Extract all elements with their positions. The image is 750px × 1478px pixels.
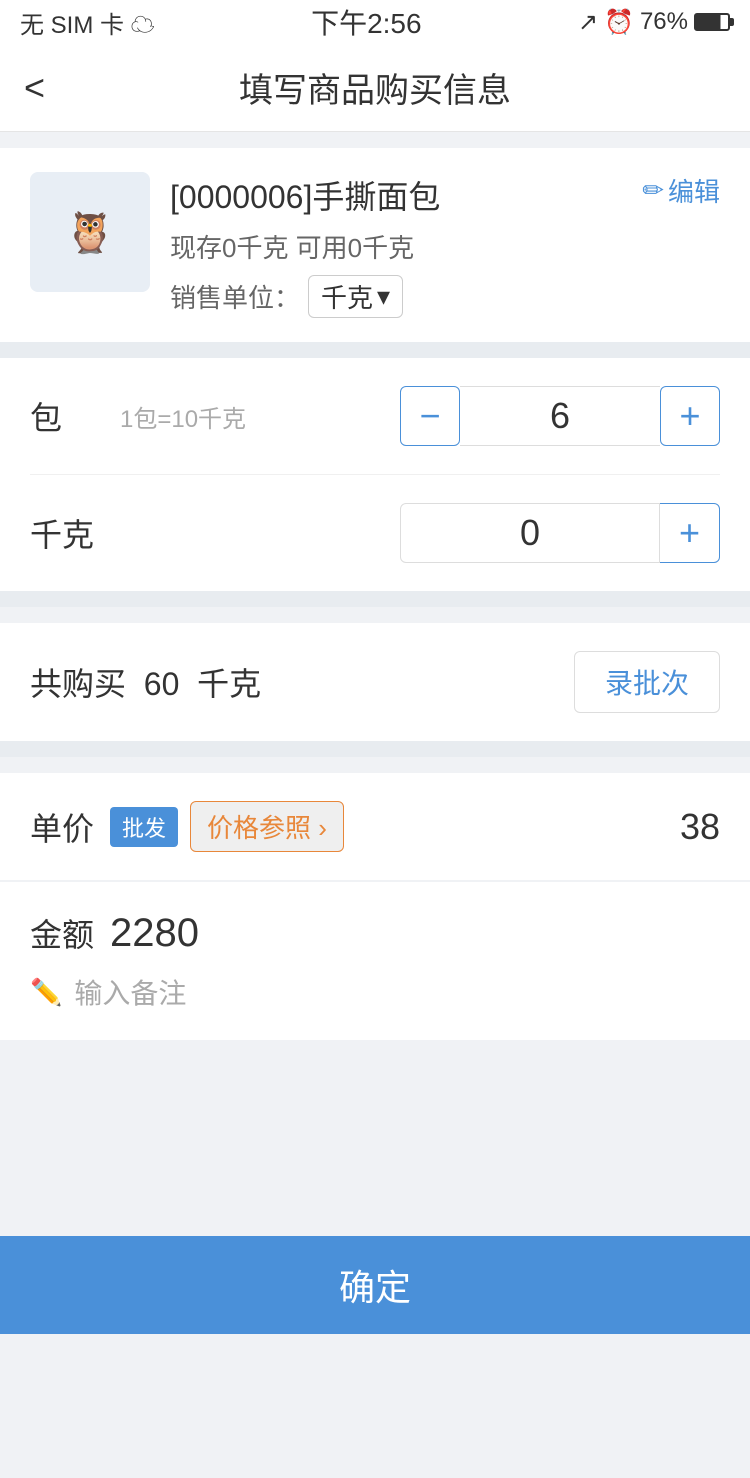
price-section: 单价 批发 价格参照 › 38 — [0, 773, 750, 880]
alarm-icon: ⏰ — [604, 8, 634, 37]
pack-row: 包 1包=10千克 − + — [30, 358, 720, 475]
kg-label: 千克 — [30, 510, 110, 556]
product-logo: 🦉 — [65, 209, 115, 256]
kg-increment-button[interactable]: + — [660, 503, 720, 563]
edit-label: 编辑 — [668, 172, 720, 209]
status-right: ↗ ⏰ 76% — [578, 8, 730, 37]
price-value: 38 — [680, 806, 720, 848]
kg-input[interactable] — [400, 503, 660, 563]
pack-label: 包 — [30, 393, 110, 439]
status-left: 无 SIM 卡 ☁ — [20, 5, 155, 40]
price-reference-button[interactable]: 价格参照 › — [190, 801, 344, 852]
remark-row[interactable]: ✏️ 输入备注 — [30, 972, 720, 1012]
product-info: [0000006]手撕面包 现存0千克 可用0千克 销售单位： 千克 ▾ — [170, 172, 622, 318]
amount-section: 金额 2280 ✏️ 输入备注 — [0, 882, 750, 1040]
product-stock: 现存0千克 可用0千克 — [170, 228, 622, 265]
product-card: 🦉 [0000006]手撕面包 现存0千克 可用0千克 销售单位： 千克 ▾ ✏… — [0, 148, 750, 342]
remark-placeholder: 输入备注 — [74, 972, 186, 1012]
divider-3 — [0, 741, 750, 757]
battery-icon — [694, 13, 730, 31]
input-section: 包 1包=10千克 − + 千克 + — [0, 358, 750, 591]
total-text: 共购买 60 千克 — [30, 659, 261, 705]
battery-percent: 76% — [640, 8, 688, 36]
unit-label: 销售单位： — [170, 278, 300, 315]
price-tag: 批发 — [110, 807, 178, 847]
edit-icon: ✏ — [642, 175, 664, 206]
product-unit-row: 销售单位： 千克 ▾ — [170, 275, 622, 318]
total-unit: 千克 — [197, 666, 261, 702]
batch-button[interactable]: 录批次 — [574, 651, 720, 713]
divider-1 — [0, 342, 750, 358]
total-label: 共购买 — [30, 666, 126, 702]
location-icon: ↗ — [578, 8, 598, 37]
amount-row: 金额 2280 — [30, 910, 720, 956]
confirm-button[interactable]: 确定 — [0, 1236, 750, 1334]
price-label: 单价 — [30, 804, 94, 850]
product-name: [0000006]手撕面包 — [170, 172, 622, 218]
pencil-icon: ✏️ — [30, 977, 62, 1008]
total-section: 共购买 60 千克 录批次 — [0, 623, 750, 741]
unit-value: 千克 — [321, 278, 373, 315]
pack-hint: 1包=10千克 — [120, 399, 400, 434]
total-amount: 60 — [144, 666, 180, 702]
kg-row: 千克 + — [30, 475, 720, 591]
divider-2 — [0, 591, 750, 607]
unit-selector[interactable]: 千克 ▾ — [308, 275, 403, 318]
product-image: 🦉 — [30, 172, 150, 292]
status-time: 下午2:56 — [311, 2, 422, 42]
kg-quantity-control: + — [400, 503, 720, 563]
amount-value: 2280 — [110, 911, 199, 956]
pack-input[interactable] — [460, 386, 660, 446]
pack-increment-button[interactable]: + — [660, 386, 720, 446]
nav-bar: < 填写商品购买信息 — [0, 44, 750, 132]
back-button[interactable]: < — [24, 67, 45, 109]
sim-status: 无 SIM 卡 ☁ — [20, 5, 155, 40]
edit-button[interactable]: ✏ 编辑 — [642, 172, 720, 209]
status-bar: 无 SIM 卡 ☁ 下午2:56 ↗ ⏰ 76% — [0, 0, 750, 44]
amount-label: 金额 — [30, 910, 94, 956]
pack-decrement-button[interactable]: − — [400, 386, 460, 446]
unit-chevron-icon: ▾ — [377, 281, 390, 312]
pack-quantity-control: − + — [400, 386, 720, 446]
page-title: 填写商品购买信息 — [239, 63, 511, 112]
